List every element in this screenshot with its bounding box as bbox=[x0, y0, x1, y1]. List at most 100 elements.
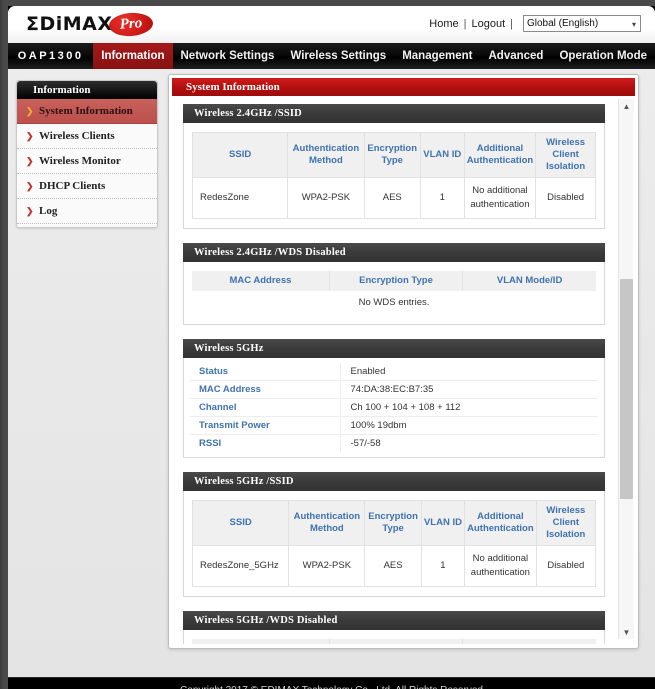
col-vlan-mode-id: VLAN Mode/ID bbox=[462, 639, 596, 644]
col-authentication-method: Authentication Method bbox=[288, 500, 366, 546]
logo-pro-badge: Pro bbox=[107, 11, 154, 38]
language-select[interactable]: Global (English) ▾ bbox=[523, 15, 641, 32]
col-mac-address: MAC Address bbox=[192, 639, 330, 644]
value-transmit-power: 100% 19dbm bbox=[340, 416, 598, 436]
table-header-row: SSID Authentication Method Encryption Ty… bbox=[191, 500, 597, 546]
label-mac-address: MAC Address bbox=[190, 380, 341, 400]
col-encryption-type: Encryption Type bbox=[329, 639, 464, 644]
section-body: SSID Authentication Method Encryption Ty… bbox=[183, 491, 605, 598]
col-vlan-mode-id: VLAN Mode/ID bbox=[462, 271, 596, 291]
table-row: RedesZone_5GHz WPA2-PSK AES 1 No additio… bbox=[191, 544, 597, 588]
label-transmit-power: Transmit Power bbox=[190, 416, 341, 436]
section-body: Status Enabled MAC Address 74:DA:38:EC:B… bbox=[183, 358, 605, 459]
main-navigation-bar: OAP1300 Information Network Settings Wir… bbox=[8, 43, 655, 69]
chevron-right-icon: ❯ bbox=[26, 206, 34, 216]
top-branding-bar: ΣDiMAX Pro Home | Logout | Global (Engli… bbox=[8, 6, 655, 43]
top-right-links: Home | Logout | Global (English) ▾ bbox=[429, 15, 641, 32]
nav-tab-network-settings[interactable]: Network Settings bbox=[173, 43, 283, 69]
logo-wordmark: ΣDiMAX bbox=[26, 13, 113, 35]
col-ssid: SSID bbox=[191, 500, 290, 546]
wireless-5ghz-details-table: Status Enabled MAC Address 74:DA:38:EC:B… bbox=[190, 363, 598, 453]
cell-authentication-method: WPA2-PSK bbox=[287, 176, 365, 220]
cell-additional-authentication: No additional authentication bbox=[464, 544, 537, 588]
nav-tab-management[interactable]: Management bbox=[394, 43, 480, 69]
sidebar-item-label: Log bbox=[39, 205, 58, 217]
chevron-right-icon: ❯ bbox=[26, 106, 34, 116]
col-additional-authentication: Additional Authentication bbox=[464, 500, 537, 546]
value-mac-address: 74:DA:38:EC:B7:35 bbox=[340, 380, 598, 400]
table-empty-row: No WDS entries. bbox=[192, 291, 596, 316]
browser-page: ΣDiMAX Pro Home | Logout | Global (Engli… bbox=[0, 0, 655, 689]
section-wireless-5ghz-ssid: Wireless 5GHz /SSID SSID Authentication … bbox=[183, 472, 605, 598]
content-vertical-scrollbar[interactable]: ▲ ▼ bbox=[618, 99, 634, 639]
col-authentication-method: Authentication Method bbox=[287, 132, 365, 178]
col-mac-address: MAC Address bbox=[192, 271, 330, 291]
table-row: Transmit Power 100% 19dbm bbox=[190, 416, 598, 436]
nav-tab-operation-mode[interactable]: Operation Mode bbox=[551, 43, 655, 69]
router-ui-frame: ΣDiMAX Pro Home | Logout | Global (Engli… bbox=[8, 6, 655, 689]
language-select-value: Global (English) bbox=[527, 18, 599, 29]
link-separator-2: | bbox=[510, 17, 513, 30]
nav-tab-wireless-settings[interactable]: Wireless Settings bbox=[282, 43, 394, 69]
nav-tab-information[interactable]: Information bbox=[93, 43, 173, 69]
table-row: RSSI -57/-58 bbox=[190, 434, 598, 453]
cell-ssid: RedesZone_5GHz bbox=[191, 544, 290, 588]
cell-encryption-type: AES bbox=[364, 544, 422, 588]
sidebar-item-wireless-clients[interactable]: ❯ Wireless Clients bbox=[17, 124, 157, 149]
sidebar-item-label: Wireless Clients bbox=[39, 130, 115, 142]
sidebar-item-wireless-monitor[interactable]: ❯ Wireless Monitor bbox=[17, 149, 157, 174]
scroll-down-button[interactable]: ▼ bbox=[619, 625, 634, 639]
link-separator-1: | bbox=[463, 17, 467, 30]
section-body: MAC Address Encryption Type VLAN Mode/ID… bbox=[183, 262, 605, 326]
content-scroll-area: Wireless 2.4GHz /SSID SSID Authenticatio… bbox=[173, 104, 634, 644]
sidebar-item-dhcp-clients[interactable]: ❯ DHCP Clients bbox=[17, 174, 157, 199]
section-heading: Wireless 5GHz /WDS Disabled bbox=[183, 611, 605, 631]
sidebar-item-label: System Information bbox=[39, 105, 133, 117]
cell-wireless-client-isolation: Disabled bbox=[535, 176, 596, 220]
table-row: Status Enabled bbox=[190, 363, 598, 382]
cell-vlan-id: 1 bbox=[419, 176, 465, 220]
col-encryption-type: Encryption Type bbox=[329, 271, 464, 291]
col-additional-authentication: Additional Authentication bbox=[463, 132, 537, 178]
page-title: System Information bbox=[172, 78, 635, 96]
footer: Copyright 2017 © EDIMAX Technology Co., … bbox=[8, 678, 655, 689]
page-body: Information ❯ System Information ❯ Wirel… bbox=[8, 69, 655, 678]
empty-message: No WDS entries. bbox=[192, 291, 596, 316]
wds-table-5ghz: MAC Address Encryption Type VLAN Mode/ID… bbox=[192, 639, 596, 644]
col-vlan-id: VLAN ID bbox=[420, 500, 466, 546]
table-row: Channel Ch 100 + 104 + 108 + 112 bbox=[190, 398, 598, 418]
sidebar-heading: Information bbox=[17, 81, 157, 99]
section-heading: Wireless 2.4GHz /SSID bbox=[183, 104, 605, 123]
logout-link[interactable]: Logout bbox=[471, 18, 505, 30]
sidebar: Information ❯ System Information ❯ Wirel… bbox=[16, 80, 158, 228]
scroll-up-button[interactable]: ▲ bbox=[619, 99, 634, 113]
table-row: MAC Address 74:DA:38:EC:B7:35 bbox=[190, 380, 598, 400]
section-wireless-24-wds: Wireless 2.4GHz /WDS Disabled MAC Addres… bbox=[183, 243, 605, 326]
section-wireless-24-ssid: Wireless 2.4GHz /SSID SSID Authenticatio… bbox=[183, 104, 605, 230]
section-heading: Wireless 5GHz bbox=[183, 339, 605, 359]
content-panel: System Information Wireless 2.4GHz /SSID… bbox=[168, 74, 639, 649]
edimax-pro-logo: ΣDiMAX Pro bbox=[26, 11, 154, 38]
value-status: Enabled bbox=[340, 363, 598, 382]
table-row: RedesZone WPA2-PSK AES 1 No additional a… bbox=[191, 176, 596, 220]
col-encryption-type: Encryption Type bbox=[363, 132, 421, 178]
scrollbar-thumb[interactable] bbox=[620, 279, 633, 499]
copyright-text: Copyright 2017 © EDIMAX Technology Co., … bbox=[180, 685, 483, 689]
col-vlan-id: VLAN ID bbox=[419, 132, 465, 178]
sidebar-item-system-information[interactable]: ❯ System Information bbox=[17, 99, 157, 124]
value-channel: Ch 100 + 104 + 108 + 112 bbox=[340, 398, 598, 418]
ssid-table-24: SSID Authentication Method Encryption Ty… bbox=[191, 132, 596, 220]
label-channel: Channel bbox=[190, 398, 341, 418]
sidebar-item-log[interactable]: ❯ Log bbox=[17, 199, 157, 224]
value-rssi: -57/-58 bbox=[350, 438, 381, 450]
table-header-row: MAC Address Encryption Type VLAN Mode/ID bbox=[192, 639, 596, 644]
nav-tab-advanced[interactable]: Advanced bbox=[481, 43, 552, 69]
home-link[interactable]: Home bbox=[429, 18, 458, 30]
col-encryption-type: Encryption Type bbox=[364, 500, 422, 546]
cell-encryption-type: AES bbox=[363, 176, 421, 220]
label-rssi: RSSI bbox=[190, 434, 341, 453]
chevron-right-icon: ❯ bbox=[26, 131, 34, 141]
caret-down-icon: ▼ bbox=[622, 627, 631, 637]
section-heading: Wireless 5GHz /SSID bbox=[183, 472, 605, 492]
nav-items: Information Network Settings Wireless Se… bbox=[93, 43, 655, 69]
